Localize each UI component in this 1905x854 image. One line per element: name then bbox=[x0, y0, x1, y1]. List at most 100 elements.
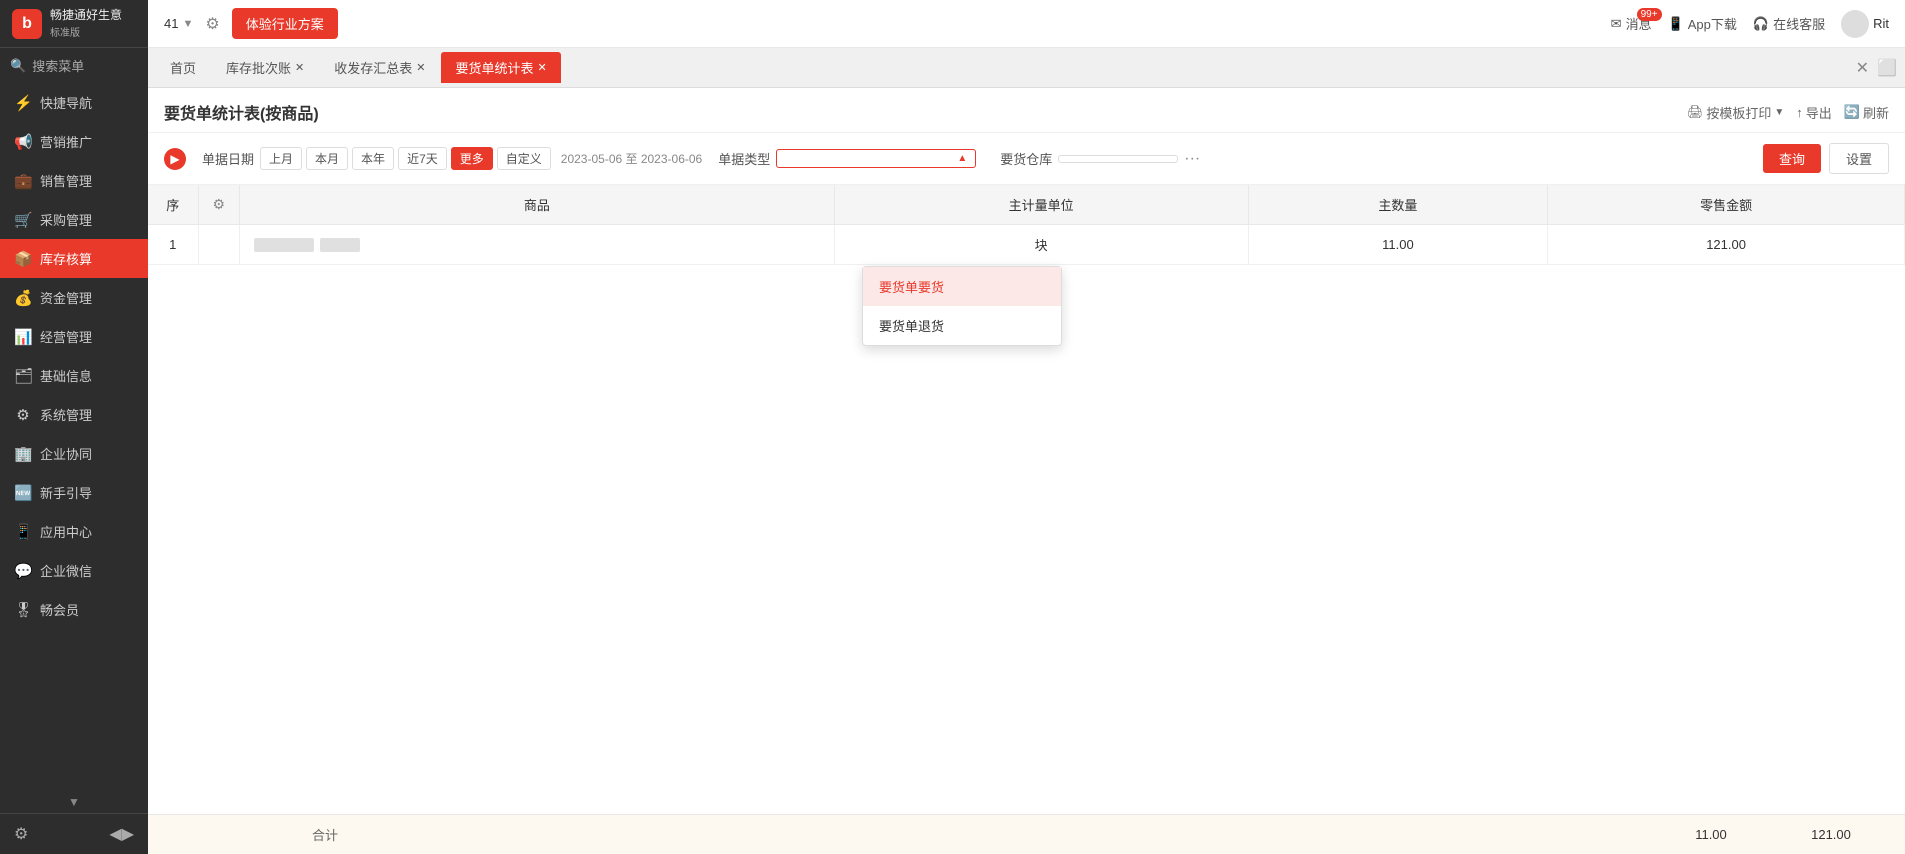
table-settings-icon[interactable]: ⚙ bbox=[213, 196, 226, 212]
phone-icon: 📱 bbox=[1668, 16, 1684, 32]
export-label: 导出 bbox=[1806, 103, 1832, 122]
date-shortcut-last-month[interactable]: 上月 bbox=[260, 147, 302, 170]
sidebar-item-label: 营销推广 bbox=[40, 132, 92, 151]
online-service-btn[interactable]: 🎧 在线客服 bbox=[1753, 14, 1825, 33]
finance-icon: 💰 bbox=[14, 289, 32, 307]
tab-inventory-batch[interactable]: 库存批次账 ✕ bbox=[212, 52, 318, 83]
col-qty: 主数量 bbox=[1248, 185, 1548, 225]
tab-close-icon[interactable]: ✕ bbox=[416, 61, 425, 74]
app-download-btn[interactable]: 📱 App下载 bbox=[1668, 14, 1737, 33]
tab-label: 收发存汇总表 bbox=[334, 58, 412, 77]
trial-btn[interactable]: 体验行业方案 bbox=[232, 8, 338, 39]
sidebar-item-label: 销售管理 bbox=[40, 171, 92, 190]
settings-btn[interactable]: 设置 bbox=[1829, 143, 1889, 174]
date-shortcut-this-year[interactable]: 本年 bbox=[352, 147, 394, 170]
template-print-btn[interactable]: 🖨 按模板打印 ▼ bbox=[1687, 103, 1784, 122]
sidebar-item-label: 系统管理 bbox=[40, 405, 92, 424]
footer-amount: 121.00 bbox=[1771, 827, 1891, 842]
sidebar-item-basic[interactable]: 🗂 基础信息 bbox=[0, 356, 148, 395]
sidebar-item-operation[interactable]: 📊 经营管理 bbox=[0, 317, 148, 356]
row-settings-cell bbox=[198, 225, 240, 265]
sidebar-item-finance[interactable]: 💰 资金管理 bbox=[0, 278, 148, 317]
date-shortcut-this-month[interactable]: 本月 bbox=[306, 147, 348, 170]
tab-close-icon[interactable]: ✕ bbox=[295, 61, 304, 74]
apps-icon: 📱 bbox=[14, 523, 32, 541]
sidebar-item-wechat[interactable]: 💬 企业微信 bbox=[0, 551, 148, 590]
refresh-label: 刷新 bbox=[1863, 103, 1889, 122]
sidebar-header: b 畅捷通好生意 标准版 bbox=[0, 0, 148, 48]
dropdown-arrow-icon: ▼ bbox=[1774, 107, 1784, 118]
sidebar-scroll-down[interactable]: ▼ bbox=[0, 791, 148, 813]
type-dropdown: 要货单要货 要货单退货 bbox=[862, 266, 1062, 346]
sidebar-item-label: 基础信息 bbox=[40, 366, 92, 385]
app-title-text: 畅捷通好生意 bbox=[50, 8, 122, 24]
tab-receive-summary[interactable]: 收发存汇总表 ✕ bbox=[320, 52, 439, 83]
page-title: 要货单统计表(按商品) bbox=[164, 100, 319, 124]
tab-home[interactable]: 首页 bbox=[156, 52, 210, 83]
sidebar-item-system[interactable]: ⚙ 系统管理 bbox=[0, 395, 148, 434]
sidebar-item-apps[interactable]: 📱 应用中心 bbox=[0, 512, 148, 551]
page-header: 要货单统计表(按商品) 🖨 按模板打印 ▼ ↑ 导出 🔄 刷新 bbox=[148, 88, 1905, 133]
sidebar-item-label: 经营管理 bbox=[40, 327, 92, 346]
top-header: 41 ▼ ⚙ 体验行业方案 ✉ 消息 99+ 📱 App下载 🎧 在线客服 R bbox=[148, 0, 1905, 48]
messages-btn[interactable]: ✉ 消息 99+ bbox=[1611, 14, 1652, 33]
type-select[interactable]: ▲ bbox=[776, 149, 976, 168]
sidebar: b 畅捷通好生意 标准版 🔍 搜索菜单 ⚡ 快捷导航 📢 营销推广 💼 销售管理… bbox=[0, 0, 148, 854]
topbar-settings-icon[interactable]: ⚙ bbox=[205, 14, 219, 34]
user-avatar-btn[interactable]: Rit bbox=[1841, 10, 1889, 38]
collapse-icon[interactable]: ◀▶ bbox=[109, 824, 134, 844]
tabs-close-all-icon[interactable]: ✕ bbox=[1856, 58, 1869, 78]
sidebar-item-marketing[interactable]: 📢 营销推广 bbox=[0, 122, 148, 161]
online-service-label: 在线客服 bbox=[1773, 14, 1825, 33]
sidebar-item-label: 企业微信 bbox=[40, 561, 92, 580]
sidebar-item-label: 资金管理 bbox=[40, 288, 92, 307]
row-amount: 121.00 bbox=[1548, 225, 1905, 265]
tab-label: 要货单统计表 bbox=[455, 58, 533, 77]
date-shortcut-last-7-days[interactable]: 近7天 bbox=[398, 147, 447, 170]
sidebar-item-label: 采购管理 bbox=[40, 210, 92, 229]
date-shortcuts: 上月 本月 本年 近7天 更多 自定义 bbox=[260, 147, 551, 170]
warehouse-select[interactable] bbox=[1058, 155, 1178, 163]
tab-order-summary[interactable]: 要货单统计表 ✕ bbox=[441, 52, 560, 83]
dropdown-item-order-return[interactable]: 要货单退货 bbox=[863, 306, 1061, 345]
company-selector[interactable]: 41 ▼ bbox=[164, 16, 193, 31]
dropdown-item-order-goods[interactable]: 要货单要货 bbox=[863, 267, 1061, 306]
warehouse-ellipsis-btn[interactable]: ··· bbox=[1184, 150, 1200, 168]
tabs-expand-icon[interactable]: ⬜ bbox=[1877, 58, 1897, 78]
sidebar-item-label: 应用中心 bbox=[40, 522, 92, 541]
sidebar-item-label: 畅会员 bbox=[40, 600, 79, 619]
sidebar-item-quick-nav[interactable]: ⚡ 快捷导航 bbox=[0, 83, 148, 122]
system-icon: ⚙ bbox=[14, 406, 32, 424]
print-icon: 🖨 bbox=[1687, 104, 1704, 120]
app-download-label: App下载 bbox=[1688, 14, 1737, 33]
sidebar-item-guide[interactable]: 🆕 新手引导 bbox=[0, 473, 148, 512]
sidebar-item-label: 新手引导 bbox=[40, 483, 92, 502]
tabs-bar-right: ✕ ⬜ bbox=[1856, 58, 1897, 78]
date-shortcut-more[interactable]: 更多 bbox=[451, 147, 493, 170]
row-index: 1 bbox=[148, 225, 198, 265]
sidebar-item-sales[interactable]: 💼 销售管理 bbox=[0, 161, 148, 200]
search-menu[interactable]: 🔍 搜索菜单 bbox=[0, 48, 148, 83]
sidebar-item-inventory[interactable]: 📦 库存核算 bbox=[0, 239, 148, 278]
date-shortcut-custom[interactable]: 自定义 bbox=[497, 147, 551, 170]
sidebar-item-vip[interactable]: 🎖 畅会员 bbox=[0, 590, 148, 629]
export-btn[interactable]: ↑ 导出 bbox=[1796, 103, 1832, 122]
guide-icon: 🆕 bbox=[14, 484, 32, 502]
quick-nav-icon: ⚡ bbox=[14, 94, 32, 112]
sidebar-item-label: 企业协同 bbox=[40, 444, 92, 463]
sidebar-item-purchase[interactable]: 🛒 采购管理 bbox=[0, 200, 148, 239]
filter-expand-btn[interactable]: ▶ bbox=[164, 148, 186, 170]
dropdown-item-label: 要货单要货 bbox=[879, 280, 944, 295]
settings-footer-icon[interactable]: ⚙ bbox=[14, 824, 28, 844]
tab-close-icon[interactable]: ✕ bbox=[538, 61, 547, 74]
filter-actions: 查询 设置 bbox=[1763, 143, 1889, 174]
col-settings[interactable]: ⚙ bbox=[198, 185, 240, 225]
product-placeholder bbox=[254, 238, 314, 252]
operation-icon: 📊 bbox=[14, 328, 32, 346]
sales-icon: 💼 bbox=[14, 172, 32, 190]
type-filter-group: 单据类型 ▲ bbox=[718, 149, 976, 168]
query-btn[interactable]: 查询 bbox=[1763, 144, 1821, 173]
product-placeholder-2 bbox=[320, 238, 360, 252]
sidebar-item-corp[interactable]: 🏢 企业协同 bbox=[0, 434, 148, 473]
refresh-btn[interactable]: 🔄 刷新 bbox=[1844, 103, 1889, 122]
